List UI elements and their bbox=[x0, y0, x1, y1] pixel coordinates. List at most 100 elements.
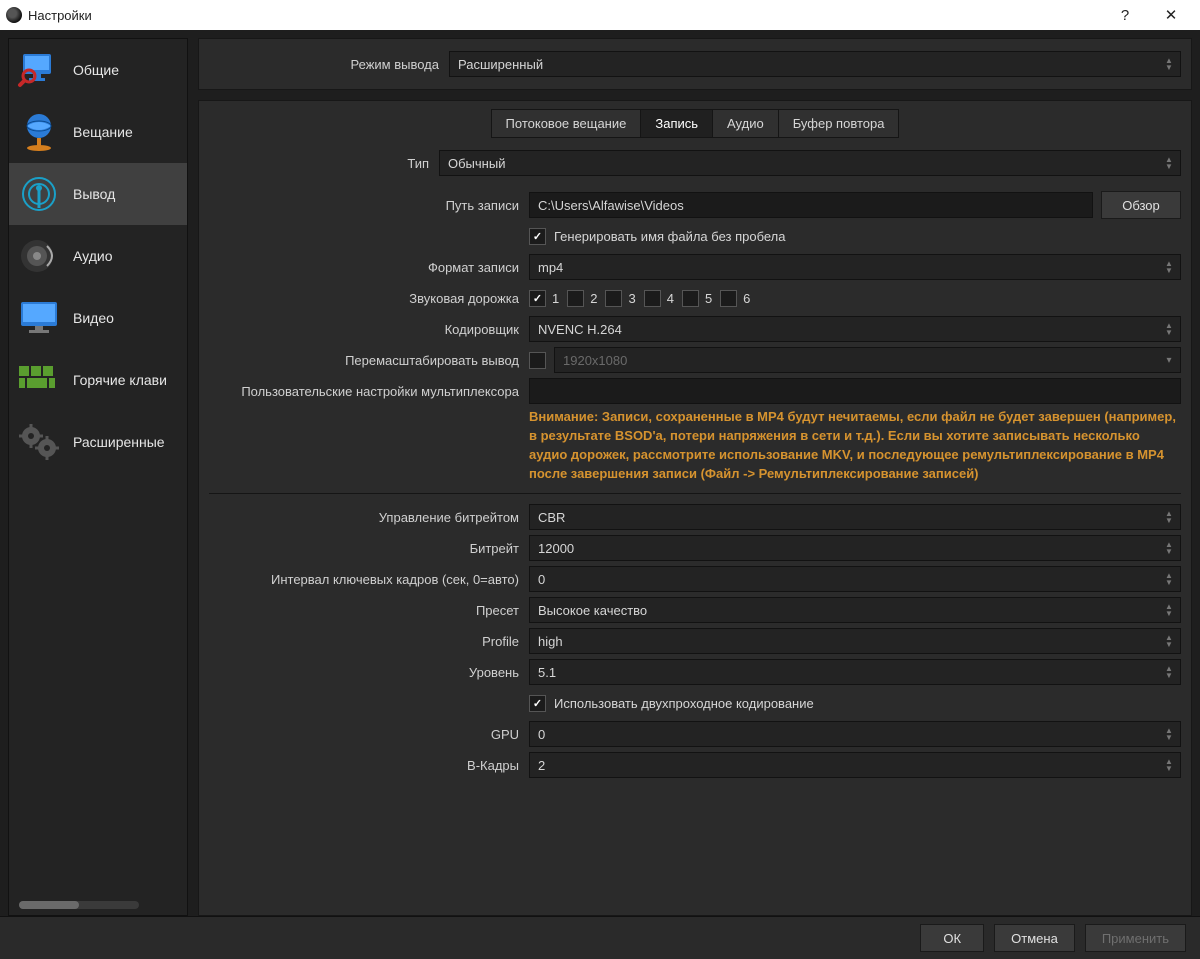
bitrate-value: 12000 bbox=[538, 541, 574, 556]
preset-label: Пресет bbox=[209, 603, 529, 618]
level-select[interactable]: 5.1 ▲▼ bbox=[529, 659, 1181, 685]
keyint-input[interactable]: 0 ▲▼ bbox=[529, 566, 1181, 592]
gears-icon bbox=[15, 420, 63, 464]
rate-control-select[interactable]: CBR ▲▼ bbox=[529, 504, 1181, 530]
gpu-input[interactable]: 0 ▲▼ bbox=[529, 721, 1181, 747]
sidebar-item-label: Аудио bbox=[73, 248, 113, 264]
sidebar-item-output[interactable]: Вывод bbox=[9, 163, 187, 225]
updown-icon: ▲▼ bbox=[1160, 152, 1178, 174]
gpu-value: 0 bbox=[538, 727, 545, 742]
track-3-label: 3 bbox=[628, 291, 635, 306]
encoder-select[interactable]: NVENC H.264 ▲▼ bbox=[529, 316, 1181, 342]
updown-icon: ▲▼ bbox=[1160, 568, 1178, 590]
updown-icon: ▲▼ bbox=[1160, 599, 1178, 621]
profile-value: high bbox=[538, 634, 563, 649]
rescale-label: Перемасштабировать вывод bbox=[209, 353, 529, 368]
updown-icon: ▲▼ bbox=[1160, 318, 1178, 340]
app-icon bbox=[6, 7, 22, 23]
sidebar-item-hotkeys[interactable]: Горячие клави bbox=[9, 349, 187, 411]
updown-icon: ▲▼ bbox=[1160, 506, 1178, 528]
type-select[interactable]: Обычный ▲▼ bbox=[439, 150, 1181, 176]
output-mode-label: Режим вывода bbox=[209, 57, 449, 72]
two-pass-checkbox[interactable] bbox=[529, 695, 546, 712]
track-6-label: 6 bbox=[743, 291, 750, 306]
sidebar-item-video[interactable]: Видео bbox=[9, 287, 187, 349]
preset-select[interactable]: Высокое качество ▲▼ bbox=[529, 597, 1181, 623]
no-space-filename-checkbox[interactable] bbox=[529, 228, 546, 245]
tab-audio[interactable]: Аудио bbox=[713, 110, 779, 137]
sidebar-item-label: Горячие клави bbox=[73, 372, 167, 388]
browse-button[interactable]: Обзор bbox=[1101, 191, 1181, 219]
output-settings-panel: Потоковое вещание Запись Аудио Буфер пов… bbox=[198, 100, 1192, 916]
keyint-value: 0 bbox=[538, 572, 545, 587]
track-1-checkbox[interactable] bbox=[529, 290, 546, 307]
two-pass-label: Использовать двухпроходное кодирование bbox=[554, 696, 814, 711]
updown-icon: ▲▼ bbox=[1160, 754, 1178, 776]
sidebar-item-audio[interactable]: Аудио bbox=[9, 225, 187, 287]
ok-button[interactable]: ОК bbox=[920, 924, 984, 952]
track-1-label: 1 bbox=[552, 291, 559, 306]
sidebar-horizontal-scrollbar[interactable] bbox=[19, 901, 139, 909]
help-button[interactable]: ? bbox=[1102, 0, 1148, 30]
updown-icon: ▲▼ bbox=[1160, 723, 1178, 745]
encoder-value: NVENC H.264 bbox=[538, 322, 622, 337]
output-mode-panel: Режим вывода Расширенный ▲▼ bbox=[198, 38, 1192, 90]
bframes-value: 2 bbox=[538, 758, 545, 773]
updown-icon: ▲▼ bbox=[1160, 537, 1178, 559]
recording-path-input[interactable]: C:\Users\Alfawise\Videos bbox=[529, 192, 1093, 218]
level-label: Уровень bbox=[209, 665, 529, 680]
sidebar-item-label: Общие bbox=[73, 62, 119, 78]
output-mode-select[interactable]: Расширенный ▲▼ bbox=[449, 51, 1181, 77]
output-mode-value: Расширенный bbox=[458, 57, 543, 72]
track-2-checkbox[interactable] bbox=[567, 290, 584, 307]
bitrate-input[interactable]: 12000 ▲▼ bbox=[529, 535, 1181, 561]
encoder-settings-group: Управление битрейтом CBR ▲▼ Битрейт 1200… bbox=[209, 493, 1181, 779]
track-5-checkbox[interactable] bbox=[682, 290, 699, 307]
sidebar-item-stream[interactable]: Вещание bbox=[9, 101, 187, 163]
track-3-checkbox[interactable] bbox=[605, 290, 622, 307]
sidebar-item-advanced[interactable]: Расширенные bbox=[9, 411, 187, 473]
rate-control-value: CBR bbox=[538, 510, 565, 525]
track-4-label: 4 bbox=[667, 291, 674, 306]
recording-format-select[interactable]: mp4 ▲▼ bbox=[529, 254, 1181, 280]
apply-button[interactable]: Применить bbox=[1085, 924, 1186, 952]
rescale-value: 1920x1080 bbox=[563, 353, 627, 368]
speaker-icon bbox=[15, 234, 63, 278]
rescale-select[interactable]: 1920x1080 ▾ bbox=[554, 347, 1181, 373]
track-6-checkbox[interactable] bbox=[720, 290, 737, 307]
bitrate-label: Битрейт bbox=[209, 541, 529, 556]
bframes-input[interactable]: 2 ▲▼ bbox=[529, 752, 1181, 778]
updown-icon: ▲▼ bbox=[1160, 256, 1178, 278]
recording-path-value: C:\Users\Alfawise\Videos bbox=[538, 198, 684, 213]
profile-select[interactable]: high ▲▼ bbox=[529, 628, 1181, 654]
monitor-icon bbox=[15, 296, 63, 340]
dialog-footer: ОК Отмена Применить bbox=[0, 916, 1200, 959]
close-button[interactable]: ✕ bbox=[1148, 0, 1194, 30]
keyboard-icon bbox=[15, 358, 63, 402]
globe-broadcast-icon bbox=[15, 110, 63, 154]
profile-label: Profile bbox=[209, 634, 529, 649]
titlebar: Настройки ? ✕ bbox=[0, 0, 1200, 30]
antenna-icon bbox=[15, 172, 63, 216]
rescale-checkbox[interactable] bbox=[529, 352, 546, 369]
window-title: Настройки bbox=[28, 8, 92, 23]
no-space-filename-label: Генерировать имя файла без пробела bbox=[554, 229, 786, 244]
tab-streaming[interactable]: Потоковое вещание bbox=[492, 110, 642, 137]
recording-path-label: Путь записи bbox=[209, 198, 529, 213]
rate-control-label: Управление битрейтом bbox=[209, 510, 529, 525]
cancel-button[interactable]: Отмена bbox=[994, 924, 1075, 952]
track-4-checkbox[interactable] bbox=[644, 290, 661, 307]
tab-replay-buffer[interactable]: Буфер повтора bbox=[779, 110, 899, 137]
updown-icon: ▲▼ bbox=[1160, 630, 1178, 652]
mux-settings-input[interactable] bbox=[529, 378, 1181, 404]
output-tabs: Потоковое вещание Запись Аудио Буфер пов… bbox=[491, 109, 900, 138]
tab-recording[interactable]: Запись bbox=[641, 110, 713, 137]
recording-format-label: Формат записи bbox=[209, 260, 529, 275]
updown-icon: ▲▼ bbox=[1160, 53, 1178, 75]
recording-format-value: mp4 bbox=[538, 260, 563, 275]
level-value: 5.1 bbox=[538, 665, 556, 680]
encoder-label: Кодировщик bbox=[209, 322, 529, 337]
bframes-label: B-Кадры bbox=[209, 758, 529, 773]
gpu-label: GPU bbox=[209, 727, 529, 742]
sidebar-item-general[interactable]: Общие bbox=[9, 39, 187, 101]
